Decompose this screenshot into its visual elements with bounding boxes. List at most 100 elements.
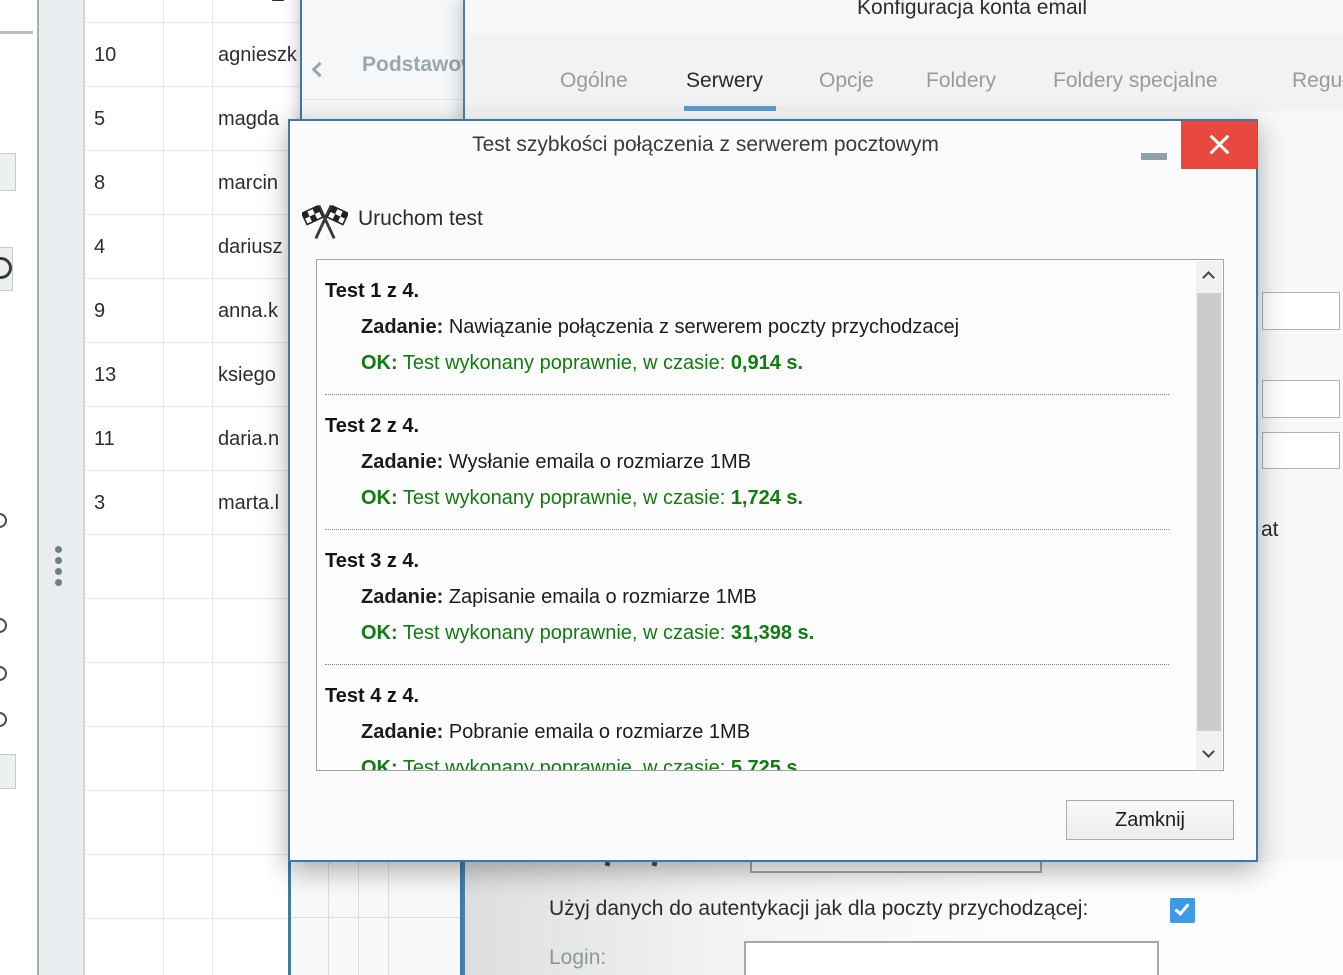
background-grid-fragment <box>288 862 463 975</box>
test-task-line: Zadanie: Wysłanie emaila o rozmiarze 1MB <box>361 444 1171 480</box>
panel-header-divider <box>302 99 488 100</box>
empty-cell <box>164 407 213 470</box>
status-text: Test wykonany poprawnie, w czasie: <box>402 487 726 509</box>
user-id-cell: 9 <box>85 279 164 342</box>
scroll-down-button[interactable] <box>1196 739 1222 769</box>
user-id-cell: 5 <box>85 87 164 150</box>
empty-cell <box>85 791 164 854</box>
status-label: OK: <box>361 487 398 509</box>
clipped-glyph-fragment <box>0 618 7 633</box>
empty-cell <box>85 599 164 662</box>
test-time: 31,398 s. <box>730 622 815 644</box>
test-task-line: Zadanie: Nawiązanie połączenia z serwere… <box>361 309 1171 345</box>
run-test-label: Uruchom test <box>358 207 483 230</box>
clipped-glyph-fragment <box>0 666 7 681</box>
test-results-content: Test 1 z 4. Zadanie: Nawiązanie połączeni… <box>325 272 1171 771</box>
tab-og-lne[interactable]: Ogólne <box>560 69 628 93</box>
auth-checkbox[interactable] <box>1170 898 1195 923</box>
empty-cell <box>85 855 164 918</box>
grid-line <box>388 862 389 975</box>
empty-cell <box>85 727 164 790</box>
scroll-up-button[interactable] <box>1196 261 1222 291</box>
auth-checkbox-label: Użyj danych do autentykacji jak dla pocz… <box>549 897 1089 920</box>
login-label: Login: <box>549 946 607 969</box>
grid-line <box>291 917 460 918</box>
status-label: OK: <box>361 757 398 771</box>
tab-foldery[interactable]: Foldery <box>926 69 996 93</box>
clipped-control-fragment <box>0 153 16 191</box>
task-label: Zadanie: <box>361 721 444 743</box>
splitter-grip-handle[interactable] <box>55 546 65 590</box>
tab-serwery[interactable]: Serwery <box>686 69 763 93</box>
empty-cell <box>164 919 213 975</box>
task-label: Zadanie: <box>361 316 444 338</box>
status-text: Test wykonany poprawnie, w czasie: <box>402 622 726 644</box>
back-chevron-icon[interactable] <box>311 61 328 78</box>
task-text: Pobranie emaila o rozmiarze 1MB <box>448 721 751 743</box>
empty-cell <box>164 599 213 662</box>
test-time: 5,725 s. <box>730 757 804 771</box>
tab-opcje[interactable]: Opcje <box>819 69 874 93</box>
empty-cell <box>85 919 164 975</box>
task-label: Zadanie: <box>361 451 444 473</box>
test-time: 0,914 s. <box>730 352 804 374</box>
clipped-text-field[interactable] <box>1262 432 1340 469</box>
test-status-line: OK: Test wykonany poprawnie, w czasie: 0… <box>361 345 1171 381</box>
task-text: Wysłanie emaila o rozmiarze 1MB <box>448 451 751 473</box>
test-status-line: OK: Test wykonany poprawnie, w czasie: 1… <box>361 480 1171 516</box>
login-input[interactable] <box>744 941 1159 975</box>
tab-regu-[interactable]: Reguł <box>1292 69 1343 93</box>
empty-cell <box>164 343 213 406</box>
user-id-cell: 8 <box>85 151 164 214</box>
grip-dot <box>55 579 62 586</box>
scrollbar-thumb[interactable] <box>1197 293 1221 731</box>
empty-cell <box>164 0 213 22</box>
dialog-title: Test szybkości połączenia z serwerem poc… <box>472 133 939 156</box>
grid-line <box>358 862 359 975</box>
user-id-cell: 10 <box>85 23 164 86</box>
clipped-label-fragment <box>651 861 658 867</box>
test-title: Test 1 z 4. <box>325 280 420 302</box>
empty-cell <box>164 87 213 150</box>
speed-test-dialog: Test szybkości połączenia z serwerem poc… <box>288 119 1258 862</box>
test-task-line: Zadanie: Pobranie emaila o rozmiarze 1MB <box>361 714 1171 750</box>
grip-dot <box>55 568 62 575</box>
zamknij-button[interactable]: Zamknij <box>1066 800 1234 840</box>
empty-cell <box>85 535 164 598</box>
test-result-item: Test 3 z 4. Zadanie: Zapisanie emaila o r… <box>325 530 1171 651</box>
user-id-cell: 2 <box>85 0 164 22</box>
user-id-cell: 11 <box>85 407 164 470</box>
test-time: 1,724 s. <box>730 487 804 509</box>
task-text: Zapisanie emaila o rozmiarze 1MB <box>448 586 757 608</box>
clipped-control-fragment <box>0 754 16 789</box>
empty-cell <box>164 215 213 278</box>
test-title: Test 2 z 4. <box>325 415 420 437</box>
test-title: Test 3 z 4. <box>325 550 420 572</box>
close-button[interactable] <box>1181 121 1257 169</box>
active-tab-underline <box>684 106 776 111</box>
user-id-cell: 3 <box>85 471 164 534</box>
checkered-flags-icon <box>302 204 348 239</box>
status-label: OK: <box>361 352 398 374</box>
scrollbar <box>1196 261 1222 769</box>
empty-cell <box>164 727 213 790</box>
user-id-cell: 4 <box>85 215 164 278</box>
clipped-text-field[interactable] <box>1262 380 1340 418</box>
test-result-item: Test 2 z 4. Zadanie: Wysłanie emaila o ro… <box>325 395 1171 516</box>
clipped-glyph-fragment <box>0 712 7 727</box>
run-test-button[interactable]: Uruchom test <box>302 195 483 243</box>
empty-cell <box>164 279 213 342</box>
minimize-button[interactable] <box>1141 153 1167 160</box>
test-task-line: Zadanie: Zapisanie emaila o rozmiarze 1M… <box>361 579 1171 615</box>
clipped-label-fragment <box>604 861 611 867</box>
checkmark-icon <box>1174 900 1190 916</box>
empty-cell <box>164 535 213 598</box>
tab-bar: Ogólne Serwery Opcje Foldery Foldery specjal… <box>465 33 1343 111</box>
tab-foldery-specjalne[interactable]: Foldery specjalne <box>1053 69 1218 93</box>
status-text: Test wykonany poprawnie, w czasie: <box>402 757 726 771</box>
user-id-cell: 13 <box>85 343 164 406</box>
clipped-text-field[interactable] <box>1262 292 1340 330</box>
empty-cell <box>164 855 213 918</box>
task-label: Zadanie: <box>361 586 444 608</box>
test-title: Test 4 z 4. <box>325 685 420 707</box>
